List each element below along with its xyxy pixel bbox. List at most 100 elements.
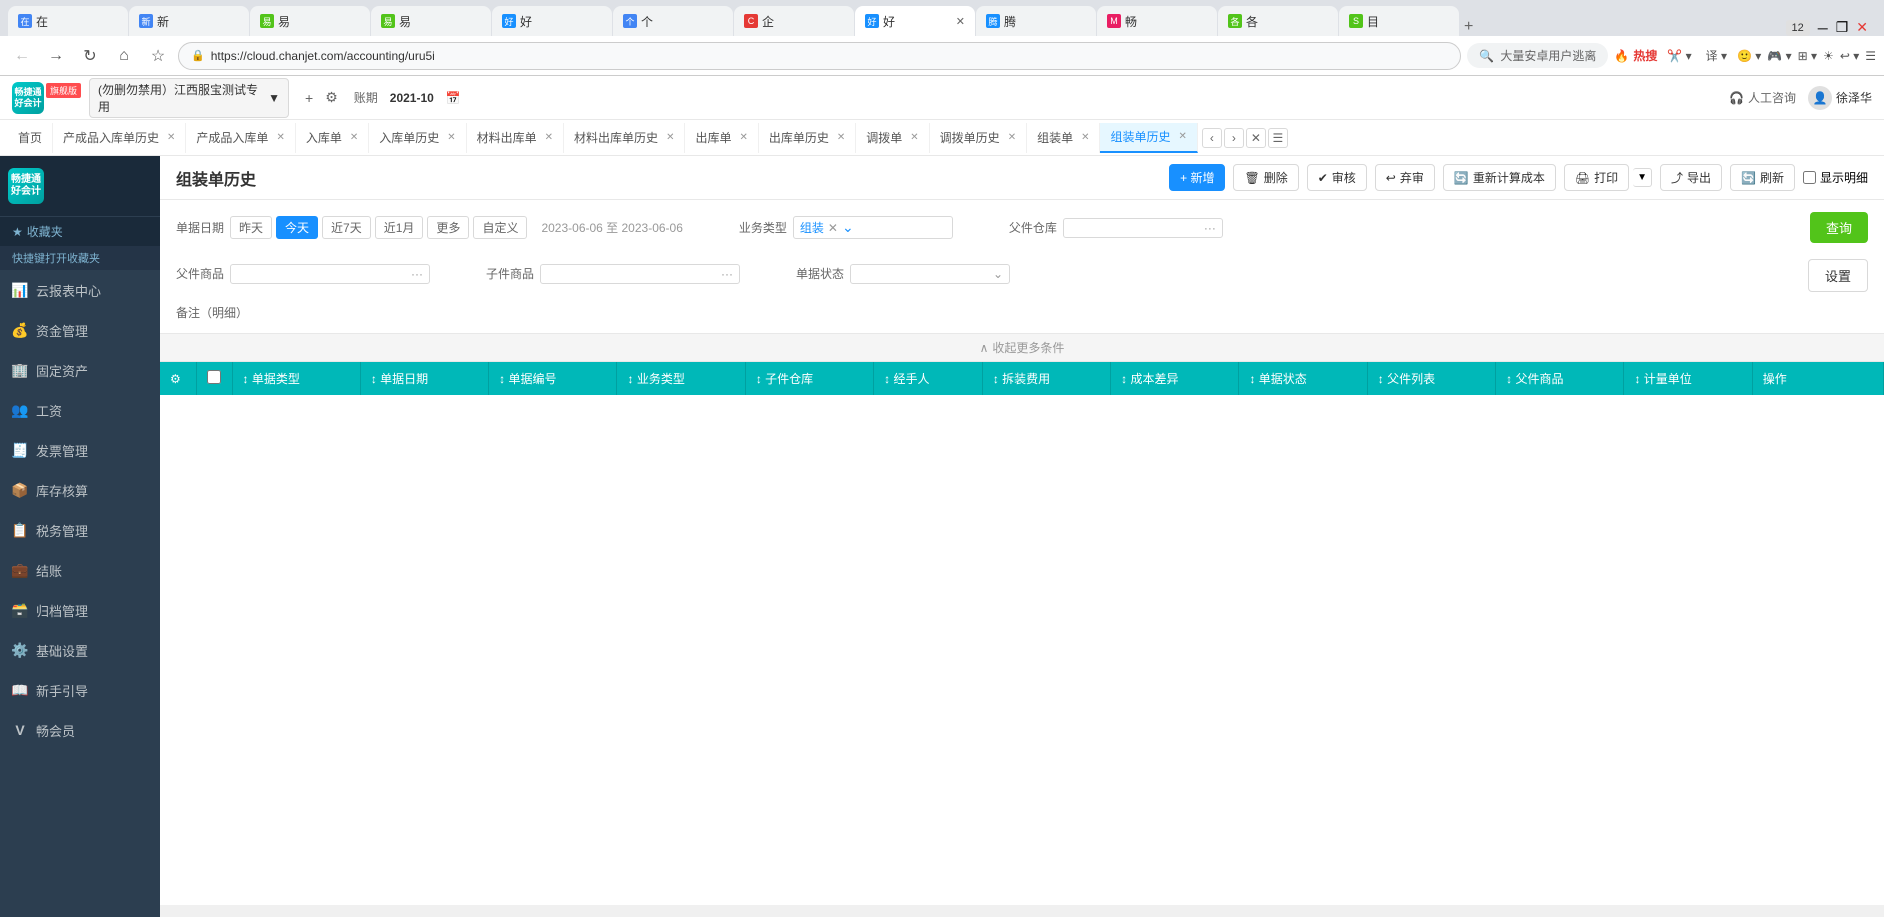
- th-order-no[interactable]: ↕ 单据编号: [489, 362, 617, 395]
- sidebar-item-payroll[interactable]: 👥 工资: [0, 390, 160, 430]
- nav-tab-10-close[interactable]: ✕: [1008, 132, 1016, 143]
- add-company-button[interactable]: +: [305, 90, 313, 106]
- th-handler[interactable]: ↕ 经手人: [874, 362, 983, 395]
- th-cost-diff[interactable]: ↕ 成本差异: [1111, 362, 1239, 395]
- emoji-tool[interactable]: 🙂 ▾: [1737, 49, 1761, 63]
- user-area[interactable]: 👤 徐泽华: [1808, 86, 1872, 110]
- delete-button[interactable]: 🗑 删除: [1233, 164, 1298, 191]
- date-btn-more[interactable]: 更多: [427, 216, 469, 239]
- scrollbar-area[interactable]: [160, 905, 1884, 917]
- nav-tab-4[interactable]: 入库单历史 ✕: [369, 123, 466, 153]
- nav-tab-5[interactable]: 材料出库单 ✕: [467, 123, 564, 153]
- sidebar-item-assets[interactable]: 🏢 固定资产: [0, 350, 160, 390]
- print-button[interactable]: 🖨 打印: [1564, 164, 1629, 191]
- th-settings[interactable]: ⚙: [160, 362, 196, 395]
- sidebar-item-inventory[interactable]: 📦 库存核算: [0, 470, 160, 510]
- nav-tab-4-close[interactable]: ✕: [447, 132, 455, 143]
- browser-tab-10[interactable]: M 畅: [1097, 6, 1217, 36]
- th-disassemble-fee[interactable]: ↕ 拆装费用: [982, 362, 1110, 395]
- nav-tab-1[interactable]: 产成品入库单历史 ✕: [53, 123, 186, 153]
- nav-tab-7[interactable]: 出库单 ✕: [685, 123, 758, 153]
- parent-goods-ellipsis[interactable]: ···: [411, 267, 423, 281]
- sidebar-item-reports[interactable]: 📊 云报表中心: [0, 270, 160, 310]
- browser-tab-11[interactable]: 各 各: [1218, 6, 1338, 36]
- refresh-button[interactable]: 🔄 刷新: [1730, 164, 1795, 191]
- tab-scroll-left[interactable]: ‹: [1202, 128, 1222, 148]
- nav-tab-5-close[interactable]: ✕: [545, 132, 553, 143]
- browser-tab-7[interactable]: C 企: [734, 6, 854, 36]
- th-order-status[interactable]: ↕ 单据状态: [1239, 362, 1367, 395]
- nav-tab-6[interactable]: 材料出库单历史 ✕: [564, 123, 685, 153]
- nav-tab-7-close[interactable]: ✕: [739, 132, 747, 143]
- nav-tab-9[interactable]: 调拨单 ✕: [856, 123, 929, 153]
- refresh-button[interactable]: ↻: [76, 42, 104, 70]
- child-goods-ellipsis[interactable]: ···: [721, 267, 733, 281]
- set-button[interactable]: 设置: [1808, 259, 1868, 292]
- th-parent-list[interactable]: ↕ 父件列表: [1367, 362, 1495, 395]
- sidebar-item-invoice[interactable]: 🧾 发票管理: [0, 430, 160, 470]
- print-dropdown-arrow[interactable]: ▼: [1633, 168, 1652, 187]
- order-status-input[interactable]: ⌄: [850, 264, 1010, 284]
- service-button[interactable]: 🎧 人工咨询: [1729, 89, 1796, 106]
- date-btn-yesterday[interactable]: 昨天: [230, 216, 272, 239]
- business-type-arrow[interactable]: ⌄: [842, 219, 854, 236]
- tab-scroll-right[interactable]: ›: [1224, 128, 1244, 148]
- hot-search-badge[interactable]: 🔥 热搜: [1614, 47, 1657, 64]
- show-detail-checkbox[interactable]: [1803, 171, 1816, 184]
- th-unit[interactable]: ↕ 计量单位: [1624, 362, 1752, 395]
- date-btn-7days[interactable]: 近7天: [322, 216, 371, 239]
- th-parent-goods[interactable]: ↕ 父件商品: [1496, 362, 1624, 395]
- th-checkbox[interactable]: [196, 362, 232, 395]
- nav-tab-2-close[interactable]: ✕: [276, 132, 284, 143]
- sidebar-item-funds[interactable]: 💰 资金管理: [0, 310, 160, 350]
- date-btn-today[interactable]: 今天: [276, 216, 318, 239]
- th-child-warehouse[interactable]: ↕ 子件仓库: [745, 362, 873, 395]
- nav-tab-8[interactable]: 出库单历史 ✕: [759, 123, 856, 153]
- parent-warehouse-input[interactable]: ···: [1063, 218, 1223, 238]
- tab-menu[interactable]: ☰: [1268, 128, 1288, 148]
- browser-tab-9[interactable]: 腾 腾: [976, 6, 1096, 36]
- back-button[interactable]: ←: [8, 42, 36, 70]
- grid-tool[interactable]: ⊞ ▾: [1798, 49, 1817, 63]
- recalculate-button[interactable]: 🔄 重新计算成本: [1443, 164, 1556, 191]
- sidebar-item-settings[interactable]: ⚙️ 基础设置: [0, 630, 160, 670]
- browser-tab-2[interactable]: 新 新: [129, 6, 249, 36]
- sidebar-bookmark[interactable]: ★ 收藏夹: [0, 216, 160, 246]
- tab-close-8[interactable]: ✕: [956, 15, 965, 28]
- cut-tool[interactable]: ✂️ ▾: [1663, 47, 1695, 65]
- nav-tab-3-close[interactable]: ✕: [350, 132, 358, 143]
- browser-tab-6[interactable]: 个 个: [613, 6, 733, 36]
- address-bar[interactable]: 🔒 https://cloud.chanjet.com/accounting/u…: [178, 42, 1461, 70]
- new-tab-button[interactable]: +: [1464, 18, 1473, 36]
- settings-icon[interactable]: ⚙: [325, 89, 338, 106]
- browser-tab-4[interactable]: 易 易: [371, 6, 491, 36]
- ellipsis-icon[interactable]: ···: [1204, 221, 1216, 235]
- review-button[interactable]: ✔ 审核: [1307, 164, 1367, 191]
- parent-goods-input[interactable]: ···: [230, 264, 430, 284]
- th-order-type[interactable]: ↕ 单据类型: [232, 362, 360, 395]
- browser-tab-3[interactable]: 易 易: [250, 6, 370, 36]
- calendar-icon[interactable]: 📅: [446, 91, 461, 105]
- order-status-arrow[interactable]: ⌄: [993, 267, 1003, 281]
- nav-tab-9-close[interactable]: ✕: [910, 132, 918, 143]
- nav-tab-10[interactable]: 调拨单历史 ✕: [930, 123, 1027, 153]
- business-type-tag-remove[interactable]: ✕: [828, 221, 838, 235]
- nav-tab-11-close[interactable]: ✕: [1081, 132, 1089, 143]
- nav-tab-2[interactable]: 产成品入库单 ✕: [186, 123, 295, 153]
- browser-tab-1[interactable]: 在 在: [8, 6, 128, 36]
- nav-tab-3[interactable]: 入库单 ✕: [296, 123, 369, 153]
- nav-tab-12[interactable]: 组装单历史 ✕: [1100, 123, 1197, 153]
- search-area[interactable]: 🔍 大量安卓用户逃离: [1467, 43, 1608, 68]
- home-button[interactable]: ⌂: [110, 42, 138, 70]
- browser-tab-8[interactable]: 好 好 ✕: [855, 6, 975, 36]
- export-button[interactable]: ⤴ 导出: [1660, 164, 1722, 191]
- browser-tab-12[interactable]: S 目: [1339, 6, 1459, 36]
- tab-close-all[interactable]: ✕: [1246, 128, 1266, 148]
- sidebar-item-tax[interactable]: 📋 税务管理: [0, 510, 160, 550]
- date-btn-custom[interactable]: 自定义: [473, 216, 527, 239]
- nav-tab-11[interactable]: 组装单 ✕: [1027, 123, 1100, 153]
- th-business-type[interactable]: ↕ 业务类型: [617, 362, 745, 395]
- forward-button[interactable]: →: [42, 42, 70, 70]
- nav-tab-6-close[interactable]: ✕: [666, 132, 674, 143]
- select-all-checkbox[interactable]: [207, 370, 221, 384]
